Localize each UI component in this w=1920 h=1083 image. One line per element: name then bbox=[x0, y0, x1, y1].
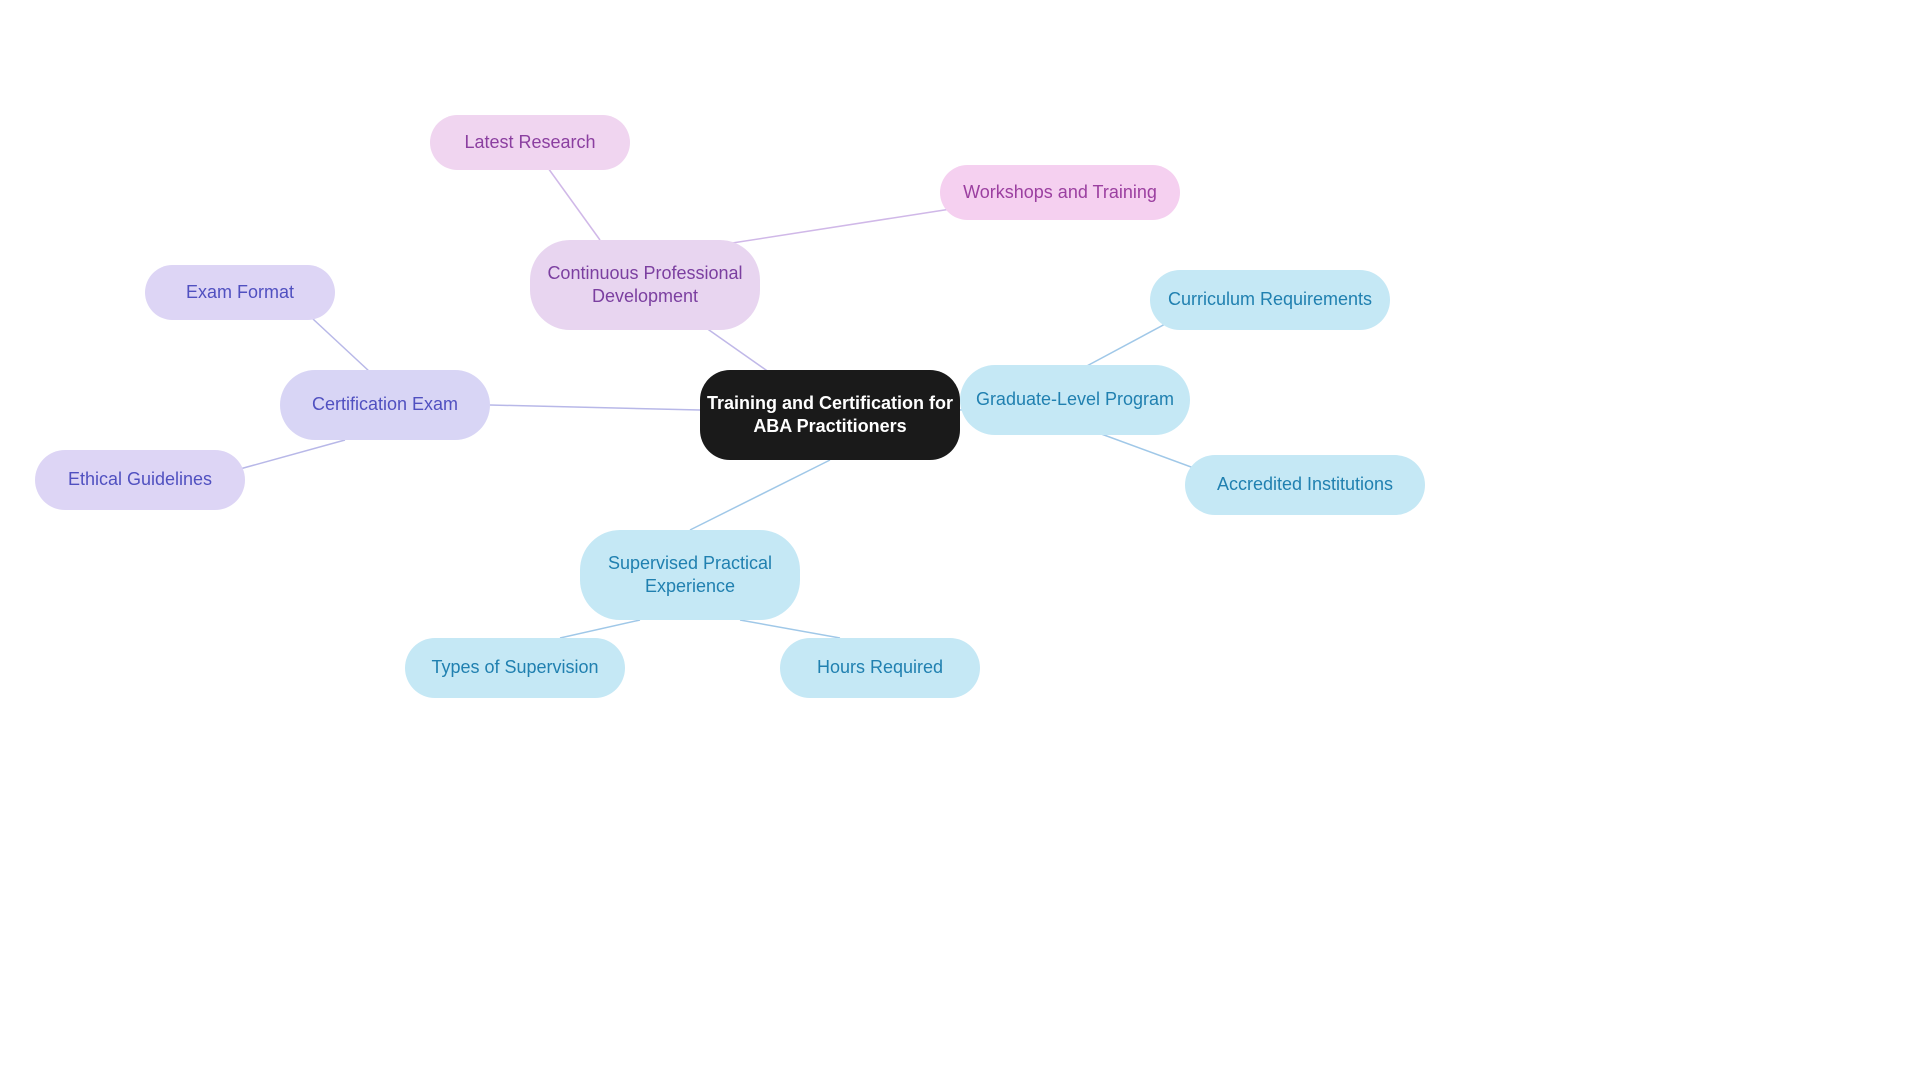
exam-format-label: Exam Format bbox=[186, 281, 294, 304]
cert-exam-label: Certification Exam bbox=[312, 393, 458, 416]
curriculum-node[interactable]: Curriculum Requirements bbox=[1150, 270, 1390, 330]
cert-exam-node[interactable]: Certification Exam bbox=[280, 370, 490, 440]
cpd-node[interactable]: Continuous Professional Development bbox=[530, 240, 760, 330]
center-label: Training and Certification for ABA Pract… bbox=[700, 392, 960, 439]
hours-required-node[interactable]: Hours Required bbox=[780, 638, 980, 698]
types-supervision-node[interactable]: Types of Supervision bbox=[405, 638, 625, 698]
grad-program-node[interactable]: Graduate-Level Program bbox=[960, 365, 1190, 435]
hours-label: Hours Required bbox=[817, 656, 943, 679]
supervised-label: Supervised Practical Experience bbox=[580, 552, 800, 599]
ethical-guidelines-node[interactable]: Ethical Guidelines bbox=[35, 450, 245, 510]
center-node[interactable]: Training and Certification for ABA Pract… bbox=[700, 370, 960, 460]
curriculum-label: Curriculum Requirements bbox=[1168, 288, 1372, 311]
workshops-label: Workshops and Training bbox=[963, 181, 1157, 204]
supervised-node[interactable]: Supervised Practical Experience bbox=[580, 530, 800, 620]
types-supervision-label: Types of Supervision bbox=[431, 656, 598, 679]
latest-research-node[interactable]: Latest Research bbox=[430, 115, 630, 170]
ethical-label: Ethical Guidelines bbox=[68, 468, 212, 491]
exam-format-node[interactable]: Exam Format bbox=[145, 265, 335, 320]
latest-research-label: Latest Research bbox=[464, 131, 595, 154]
cpd-label: Continuous Professional Development bbox=[530, 262, 760, 309]
accredited-label: Accredited Institutions bbox=[1217, 473, 1393, 496]
grad-program-label: Graduate-Level Program bbox=[976, 388, 1174, 411]
workshops-node[interactable]: Workshops and Training bbox=[940, 165, 1180, 220]
accredited-node[interactable]: Accredited Institutions bbox=[1185, 455, 1425, 515]
